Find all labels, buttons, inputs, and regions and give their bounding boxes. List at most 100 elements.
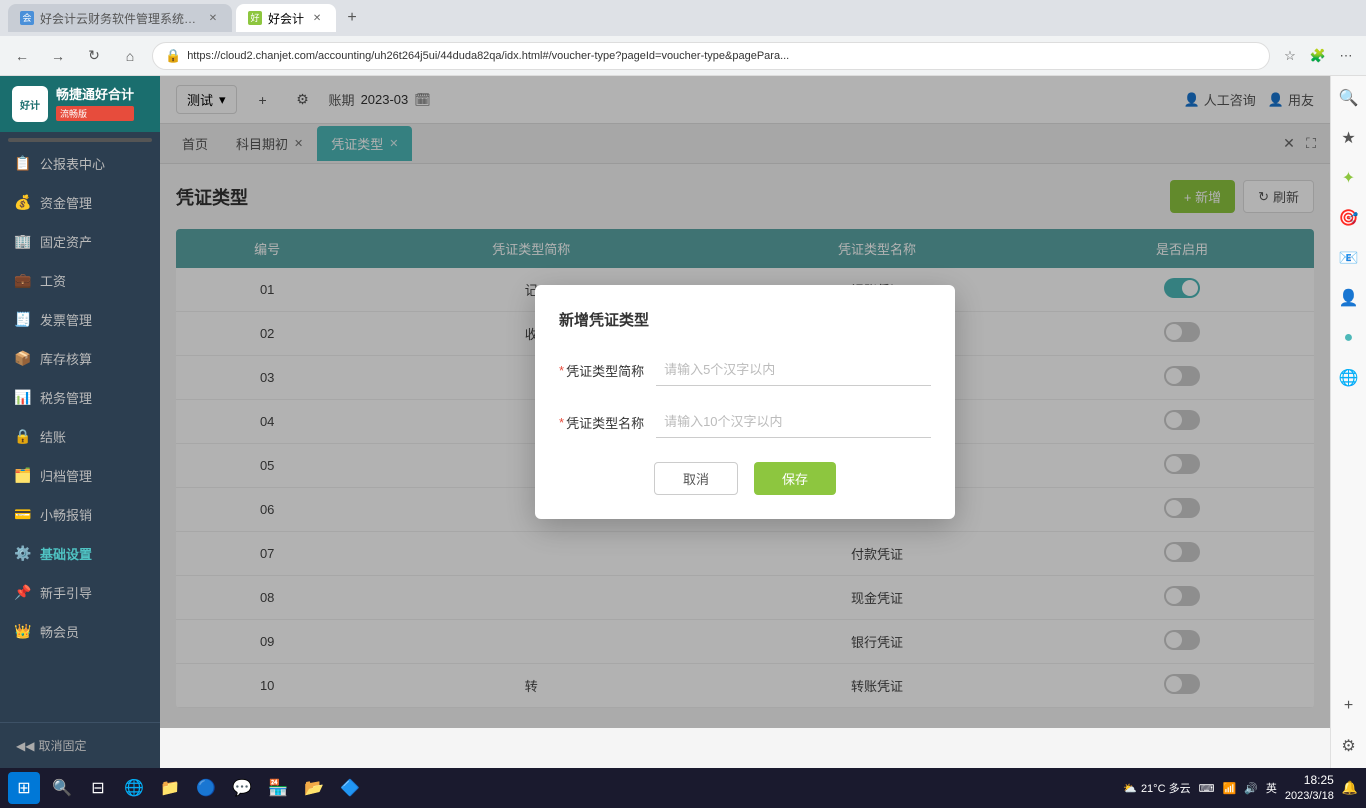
back-button[interactable]: ← <box>8 42 36 70</box>
close-accounts-icon: 🔒 <box>14 428 32 446</box>
logo-icon: 好计 <box>12 86 48 122</box>
modal-footer: 取消 保存 <box>559 462 931 495</box>
sidebar-item-archive[interactable]: 🗂️ 归档管理 <box>0 456 160 495</box>
right-circle-icon[interactable]: ● <box>1335 324 1363 352</box>
tab1-close[interactable]: ✕ <box>206 11 220 25</box>
notification-icon[interactable]: 🔔 <box>1342 780 1358 796</box>
tab1-favicon: 会 <box>20 11 34 25</box>
right-panel: 🔍 ★ ✦ 🎯 📧 👤 ● 🌐 + ⚙ <box>1330 76 1366 768</box>
inventory-icon: 📦 <box>14 350 32 368</box>
start-button[interactable]: ⊞ <box>8 772 40 804</box>
right-user-icon[interactable]: 👤 <box>1335 284 1363 312</box>
address-icons: ☆ 🧩 ⋯ <box>1278 44 1358 68</box>
sidebar-label-capital: 资金管理 <box>40 193 92 212</box>
tab2-close[interactable]: ✕ <box>310 11 324 25</box>
member-icon: 👑 <box>14 623 32 641</box>
sidebar-item-guide[interactable]: 📌 新手引导 <box>0 573 160 612</box>
taskbar-right: ⛅ 21°C 多云 ⌨ 📶 🔊 英 18:25 2023/3/18 🔔 <box>1123 772 1358 804</box>
weather-info: ⛅ 21°C 多云 <box>1123 780 1190 796</box>
capital-icon: 💰 <box>14 194 32 212</box>
browser-tab-2[interactable]: 好 好会计 ✕ <box>236 4 336 32</box>
sidebar-label-inventory: 库存核算 <box>40 349 92 368</box>
expense-icon: 💳 <box>14 506 32 524</box>
sidebar-item-notice[interactable]: 📋 公报表中心 <box>0 144 160 183</box>
right-add-icon[interactable]: + <box>1335 692 1363 720</box>
invoice-icon: 🧾 <box>14 311 32 329</box>
form-label-full: * 凭证类型名称 <box>559 413 644 432</box>
forward-button[interactable]: → <box>44 42 72 70</box>
cancel-fixed-button[interactable]: ◀◀ 取消固定 <box>8 731 152 760</box>
sidebar-label-salary: 工资 <box>40 271 66 290</box>
browser-tab-1[interactable]: 会 好会计云财务软件管理系统_会计 ✕ <box>8 4 232 32</box>
taskbar-files[interactable]: 📂 <box>300 774 328 802</box>
sidebar-items: 📋 公报表中心 💰 资金管理 🏢 固定资产 💼 工资 🧾 发票管理 📦 <box>0 132 160 722</box>
sidebar-label-assets: 固定资产 <box>40 232 92 251</box>
bookmark-icon[interactable]: ☆ <box>1278 44 1302 68</box>
taskbar-store[interactable]: 🏪 <box>264 774 292 802</box>
tab-bar: 会 好会计云财务软件管理系统_会计 ✕ 好 好会计 ✕ + <box>0 0 1366 36</box>
home-button[interactable]: ⌂ <box>116 42 144 70</box>
tax-icon: 📊 <box>14 389 32 407</box>
form-row-short: * 凭证类型简称 <box>559 354 931 386</box>
taskbar-task-view[interactable]: ⊟ <box>84 774 112 802</box>
address-input[interactable]: 🔒 https://cloud2.chanjet.com/accounting/… <box>152 42 1270 70</box>
sidebar-item-assets[interactable]: 🏢 固定资产 <box>0 222 160 261</box>
taskbar-chrome[interactable]: 🔵 <box>192 774 220 802</box>
sidebar-label-close: 结账 <box>40 427 66 446</box>
sidebar-label-member: 畅会员 <box>40 622 79 641</box>
sidebar-item-expense[interactable]: 💳 小畅报销 <box>0 495 160 534</box>
tab2-title: 好会计 <box>268 10 304 27</box>
right-mail-icon[interactable]: 📧 <box>1335 244 1363 272</box>
sidebar: 好计 畅捷通好合计 流畅版 📋 公报表中心 💰 资金管理 🏢 固定资产 <box>0 76 160 768</box>
right-search-icon[interactable]: 🔍 <box>1335 84 1363 112</box>
taskbar-explorer[interactable]: 📁 <box>156 774 184 802</box>
new-tab-button[interactable]: + <box>340 6 364 30</box>
sidebar-label-tax: 税务管理 <box>40 388 92 407</box>
windows-icon: ⊞ <box>17 778 30 798</box>
salary-icon: 💼 <box>14 272 32 290</box>
volume-icon: 🔊 <box>1244 782 1258 795</box>
sidebar-item-settings[interactable]: ⚙️ 基础设置 <box>0 534 160 573</box>
right-robot-icon[interactable]: ✦ <box>1335 164 1363 192</box>
form-row-full: * 凭证类型名称 <box>559 406 931 438</box>
sidebar-logo: 好计 畅捷通好合计 流畅版 <box>0 76 160 132</box>
sidebar-item-close[interactable]: 🔒 结账 <box>0 417 160 456</box>
taskbar-ms-edge2[interactable]: 🔷 <box>336 774 364 802</box>
right-globe-icon[interactable]: 🌐 <box>1335 364 1363 392</box>
taskbar-wechat[interactable]: 💬 <box>228 774 256 802</box>
sidebar-scrollbar <box>8 138 152 142</box>
taskbar-search[interactable]: 🔍 <box>48 774 76 802</box>
sidebar-item-capital[interactable]: 💰 资金管理 <box>0 183 160 222</box>
logo-text: 畅捷通好合计 <box>56 87 134 104</box>
sidebar-item-inventory[interactable]: 📦 库存核算 <box>0 339 160 378</box>
sidebar-item-tax[interactable]: 📊 税务管理 <box>0 378 160 417</box>
extensions-icon[interactable]: 🧩 <box>1306 44 1330 68</box>
right-settings-icon[interactable]: ⚙ <box>1335 732 1363 760</box>
taskbar-edge[interactable]: 🌐 <box>120 774 148 802</box>
save-button[interactable]: 保存 <box>754 462 836 495</box>
tab1-title: 好会计云财务软件管理系统_会计 <box>40 10 200 27</box>
sidebar-label-invoice: 发票管理 <box>40 310 92 329</box>
right-star-icon[interactable]: ★ <box>1335 124 1363 152</box>
guide-icon: 📌 <box>14 584 32 602</box>
right-target-icon[interactable]: 🎯 <box>1335 204 1363 232</box>
cancel-button[interactable]: 取消 <box>654 462 738 495</box>
tab2-favicon: 好 <box>248 11 262 25</box>
short-name-input[interactable] <box>656 354 931 386</box>
sidebar-label-settings: 基础设置 <box>40 544 92 563</box>
sidebar-bottom: ◀◀ 取消固定 <box>0 722 160 768</box>
cancel-fixed-label: 取消固定 <box>38 737 86 754</box>
sidebar-item-invoice[interactable]: 🧾 发票管理 <box>0 300 160 339</box>
full-name-input[interactable] <box>656 406 931 438</box>
address-bar: ← → ↻ ⌂ 🔒 https://cloud2.chanjet.com/acc… <box>0 36 1366 76</box>
url-display: https://cloud2.chanjet.com/accounting/uh… <box>187 50 789 62</box>
weather-icon: ⛅ <box>1123 782 1137 795</box>
sidebar-item-member[interactable]: 👑 畅会员 <box>0 612 160 651</box>
settings-icon: ⚙️ <box>14 545 32 563</box>
sidebar-item-salary[interactable]: 💼 工资 <box>0 261 160 300</box>
form-label-short: * 凭证类型简称 <box>559 361 644 380</box>
menu-icon[interactable]: ⋯ <box>1334 44 1358 68</box>
weather-temp: 21°C 多云 <box>1141 780 1191 796</box>
taskbar: ⊞ 🔍 ⊟ 🌐 📁 🔵 💬 🏪 📂 🔷 ⛅ 21°C 多云 ⌨ 📶 🔊 英 18… <box>0 768 1366 808</box>
refresh-button[interactable]: ↻ <box>80 42 108 70</box>
